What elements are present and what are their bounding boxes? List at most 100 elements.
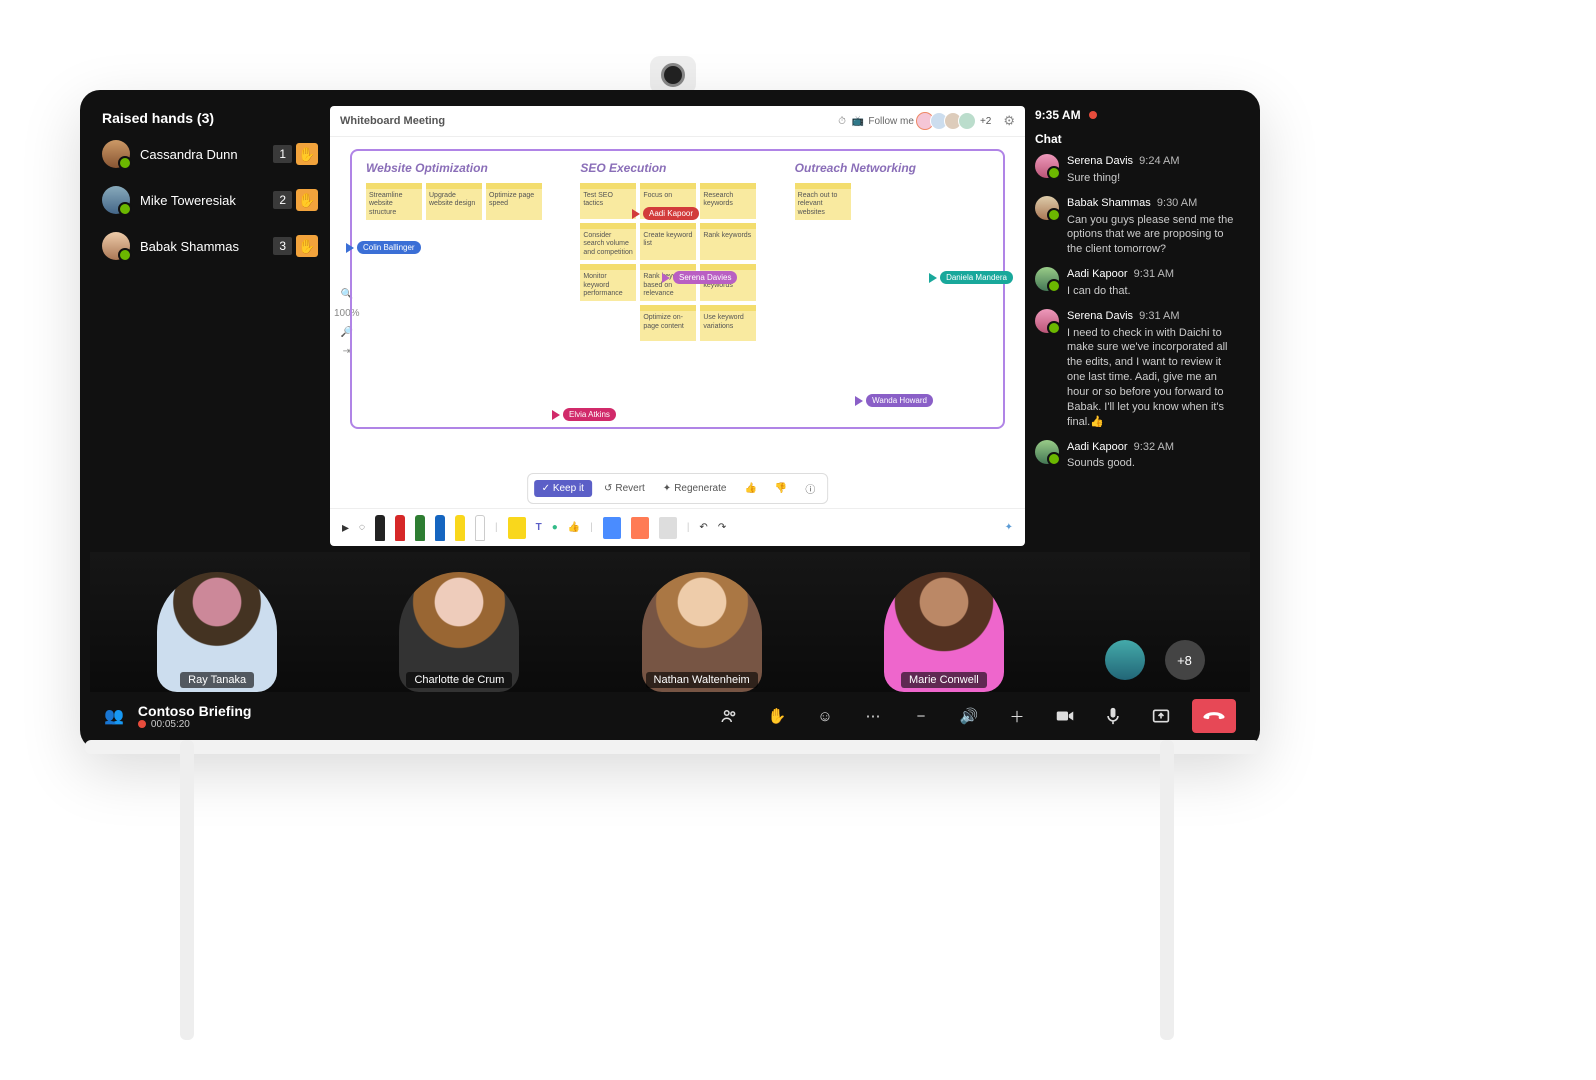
whiteboard-frame: Website Optimization Streamline website … — [350, 149, 1005, 429]
more-button[interactable]: ⋯ — [856, 699, 890, 733]
redo-icon[interactable]: ↷ — [718, 522, 726, 533]
sticky-note[interactable]: Optimize page speed — [486, 183, 542, 220]
chat-message: Aadi Kapoor 9:32 AMSounds good. — [1035, 440, 1240, 472]
board-column-seo: SEO Execution Test SEO tactics Focus on … — [580, 161, 774, 417]
sticky-note[interactable]: Reach out to relevant websites — [795, 183, 851, 220]
column-heading: SEO Execution — [580, 161, 774, 175]
whiteboard-canvas[interactable]: 🔍 100% 🔎 ⇥ Website Optimization Streamli… — [330, 137, 1025, 508]
live-cursor: Aadi Kapoor — [632, 207, 699, 220]
volume-up-button[interactable]: ＋ — [1000, 699, 1034, 733]
thumbs-up-icon[interactable]: 👍 — [738, 480, 762, 497]
clock: 9:35 AM — [1035, 108, 1081, 122]
avatar — [1035, 154, 1059, 178]
recording-dot-icon — [138, 720, 146, 728]
text-tool-icon[interactable]: T — [536, 522, 542, 533]
reaction-tool-icon[interactable]: 👍 — [568, 522, 580, 533]
revert-button[interactable]: ↺ Revert — [598, 480, 651, 497]
participant-video[interactable]: Charlotte de Crum — [340, 562, 578, 692]
shape-tool-icon[interactable]: ● — [552, 522, 558, 533]
raised-hands-panel: Raised hands (3) Cassandra Dunn 1✋ Mike … — [90, 100, 330, 552]
live-cursor: Elvia Atkins — [552, 408, 616, 421]
avatar — [102, 140, 130, 168]
keep-button[interactable]: ✓ Keep it — [534, 480, 592, 497]
avatar — [1035, 440, 1059, 464]
pen-red[interactable] — [395, 515, 405, 541]
chat-message: Serena Davis 9:24 AMSure thing! — [1035, 154, 1240, 186]
sticky-note[interactable]: Rank keywords — [700, 223, 756, 260]
undo-icon[interactable]: ↶ — [699, 522, 707, 533]
sticky-note[interactable]: Streamline website structure — [366, 183, 422, 220]
sticky-note[interactable]: Monitor keyword performance — [580, 264, 636, 301]
avatar — [102, 232, 130, 260]
participant-video[interactable]: Marie Conwell — [825, 562, 1063, 692]
participant-video[interactable]: Nathan Waltenheim — [583, 562, 821, 692]
participant-name: Babak Shammas — [140, 239, 263, 254]
sticky-note[interactable]: Test SEO tactics — [580, 183, 636, 219]
avatar — [1035, 309, 1059, 333]
live-cursor: Serena Davies — [662, 271, 737, 284]
camera-button[interactable] — [1048, 699, 1082, 733]
people-button[interactable] — [712, 699, 746, 733]
live-cursor: Wanda Howard — [855, 394, 933, 407]
hand-order: 3 — [273, 237, 292, 255]
eraser-tool[interactable] — [475, 515, 485, 541]
column-heading: Outreach Networking — [795, 161, 989, 175]
info-icon[interactable]: ⓘ — [799, 478, 821, 499]
regenerate-button[interactable]: ✦ Regenerate — [657, 480, 733, 497]
whiteboard-header: Whiteboard Meeting ⏱ 📺 Follow me +2 ⚙ — [330, 106, 1025, 137]
chat-message: Babak Shammas 9:30 AMCan you guys please… — [1035, 196, 1240, 257]
sticky-note[interactable]: Create keyword list — [640, 223, 696, 260]
sticky-note[interactable]: Consider search volume and competition — [580, 223, 636, 260]
speaker-button[interactable]: 🔊 — [952, 699, 986, 733]
participant-nametag: Ray Tanaka — [180, 672, 254, 688]
meeting-info: Contoso Briefing 00:05:20 — [138, 703, 252, 730]
follow-me-button[interactable]: 📺 Follow me — [852, 116, 914, 127]
participant-nametag: Nathan Waltenheim — [646, 672, 758, 688]
pen-green[interactable] — [415, 515, 425, 541]
pointer-tool-icon[interactable]: ▸ — [342, 519, 349, 536]
self-avatar[interactable] — [1105, 640, 1145, 680]
participant-nametag: Marie Conwell — [901, 672, 987, 688]
raise-hand-button[interactable]: ✋ — [760, 699, 794, 733]
template-blue[interactable] — [603, 517, 621, 539]
mic-button[interactable] — [1096, 699, 1130, 733]
highlighter-yellow[interactable] — [455, 515, 465, 541]
share-button[interactable] — [1144, 699, 1178, 733]
copilot-icon[interactable]: ✦ — [1005, 522, 1013, 533]
raised-hand-item[interactable]: Babak Shammas 3✋ — [102, 232, 318, 260]
chat-message: Aadi Kapoor 9:31 AMI can do that. — [1035, 267, 1240, 299]
participant-name: Mike Toweresiak — [140, 193, 263, 208]
template-grey[interactable] — [659, 517, 677, 539]
sticky-note[interactable]: Research keywords — [700, 183, 756, 219]
raised-hand-item[interactable]: Cassandra Dunn 1✋ — [102, 140, 318, 168]
presence-avatars[interactable]: +2 — [920, 112, 991, 130]
participant-nametag: Charlotte de Crum — [406, 672, 512, 688]
hangup-button[interactable] — [1192, 699, 1236, 733]
chat-panel: 9:35 AM Chat Serena Davis 9:24 AMSure th… — [1025, 100, 1250, 552]
participant-name: Cassandra Dunn — [140, 147, 263, 162]
overflow-participants[interactable]: +8 — [1165, 640, 1205, 680]
pen-blue[interactable] — [435, 515, 445, 541]
sticky-note[interactable]: Use keyword variations — [700, 305, 756, 341]
template-orange[interactable] — [631, 517, 649, 539]
sticky-note[interactable]: Optimize on-page content — [640, 305, 696, 341]
gear-icon[interactable]: ⚙ — [1003, 113, 1015, 129]
meeting-control-bar: 👥 Contoso Briefing 00:05:20 ✋ ☺ ⋯ − 🔊 ＋ — [90, 692, 1250, 740]
column-heading: Website Optimization — [366, 161, 560, 175]
raised-hand-icon: ✋ — [296, 143, 318, 165]
sticky-note-tool[interactable] — [508, 517, 526, 539]
thumbs-down-icon[interactable]: 👎 — [769, 480, 793, 497]
roster-icon[interactable]: 👥 — [104, 706, 124, 726]
lasso-tool-icon[interactable]: ◌ — [359, 522, 365, 533]
timer-icon[interactable]: ⏱ — [838, 116, 846, 127]
avatar — [1035, 267, 1059, 291]
live-cursor: Colin Ballinger — [346, 241, 421, 254]
sticky-note[interactable]: Upgrade website design — [426, 183, 482, 220]
raised-hand-item[interactable]: Mike Toweresiak 2✋ — [102, 186, 318, 214]
participant-video[interactable]: Ray Tanaka — [98, 562, 336, 692]
pen-black[interactable] — [375, 515, 385, 541]
react-button[interactable]: ☺ — [808, 699, 842, 733]
chat-list[interactable]: Serena Davis 9:24 AMSure thing! Babak Sh… — [1035, 154, 1240, 544]
volume-down-button[interactable]: − — [904, 699, 938, 733]
board-column-website: Website Optimization Streamline website … — [366, 161, 560, 417]
